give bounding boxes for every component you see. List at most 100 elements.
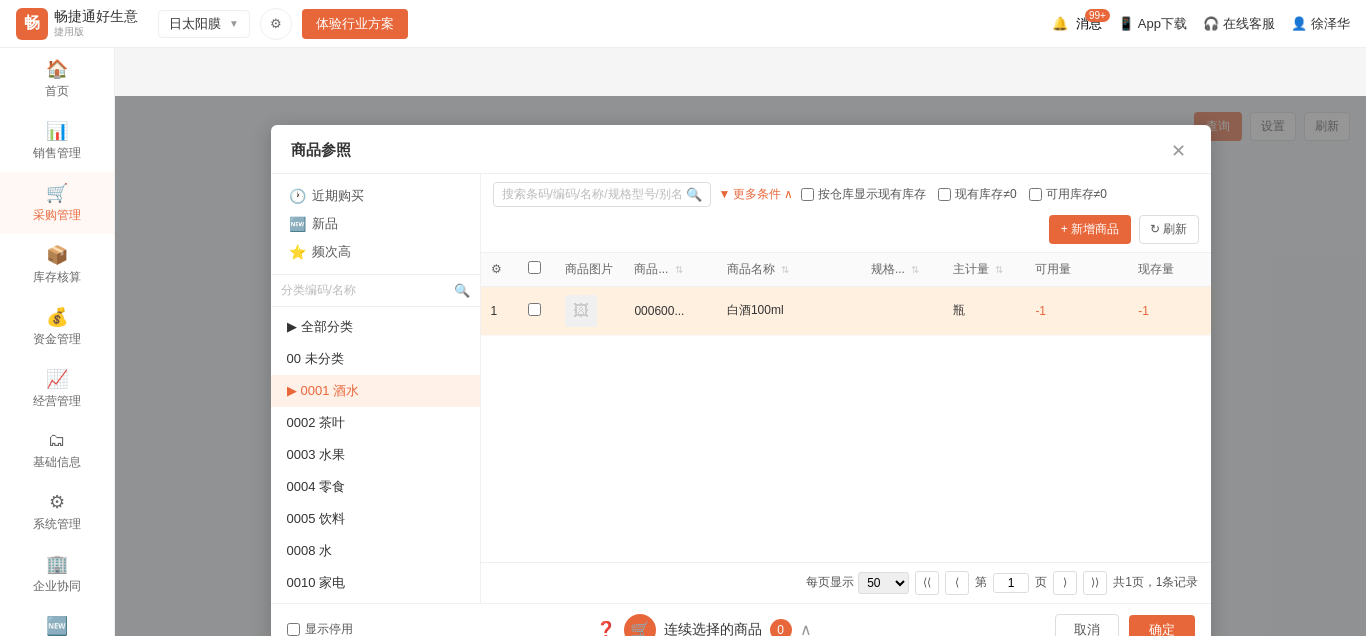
warehouse-checkbox-label[interactable]: 按仓库显示现有库存	[801, 186, 926, 203]
cell-avail: -1	[1025, 286, 1128, 335]
pagination-bar: 每页显示 50 20 100 ⟨⟨ ⟨ 第 页 ⟩	[481, 562, 1211, 603]
cat-item-0005[interactable]: 0005 饮料	[271, 503, 480, 535]
last-page-button[interactable]: ⟩⟩	[1083, 571, 1107, 595]
prev-page-button[interactable]: ⟨	[945, 571, 969, 595]
sidebar-item-basic[interactable]: 🗂 基础信息	[0, 420, 114, 481]
quick-link-recent[interactable]: 🕐 近期购买	[283, 182, 468, 210]
cancel-button[interactable]: 取消	[1055, 614, 1119, 637]
new-icon: 🆕	[289, 216, 306, 232]
cell-img: 🖼	[555, 286, 625, 335]
toolbar-right: + 新增商品 ↻ 刷新	[1049, 215, 1199, 244]
notification-area[interactable]: 🔔 99+ 消息	[1052, 15, 1102, 33]
show-disabled-checkbox[interactable]	[287, 623, 300, 636]
dropdown-arrow-icon: ▼	[229, 18, 239, 29]
add-product-button[interactable]: + 新增商品	[1049, 215, 1131, 244]
cell-spec	[861, 286, 943, 335]
cell-check[interactable]	[518, 286, 555, 335]
refresh-button[interactable]: ↻ 刷新	[1139, 215, 1198, 244]
app-download-link[interactable]: 📱 App下载	[1118, 15, 1187, 33]
cat-item-0004[interactable]: 0004 零食	[271, 471, 480, 503]
search-box: 🔍	[493, 182, 711, 207]
quick-link-new[interactable]: 🆕 新品	[283, 210, 468, 238]
modal-footer: 显示停用 ❓ 🛒 连续选择的商品 0 ∧ 取消 确定	[271, 603, 1211, 637]
available-nonzero-label[interactable]: 现有库存≠0	[938, 186, 1016, 203]
notification-badge: 99+	[1085, 9, 1110, 22]
total-records-info: 共1页，1条记录	[1113, 574, 1198, 591]
quick-links: 🕐 近期购买 🆕 新品 ⭐ 频次高	[271, 174, 480, 275]
selected-count-label: 连续选择的商品	[664, 621, 762, 637]
user-profile[interactable]: 👤 徐泽华	[1291, 15, 1350, 33]
cat-item-0001[interactable]: ▶ 0001 酒水	[271, 375, 480, 407]
per-page-dropdown[interactable]: 50 20 100	[858, 572, 909, 594]
sidebar: 🏠 首页 📊 销售管理 🛒 采购管理 📦 库存核算 💰 资金管理 📈 经营管理 …	[0, 48, 115, 636]
sidebar-item-finance[interactable]: 💰 资金管理	[0, 296, 114, 358]
quick-link-frequent[interactable]: ⭐ 频次高	[283, 238, 468, 266]
usable-nonzero-checkbox[interactable]	[1029, 188, 1042, 201]
logo-area: 畅 畅捷通好生意 捷用版	[16, 8, 138, 40]
cat-item-0010[interactable]: 0010 家电	[271, 567, 480, 599]
search-icon[interactable]: 🔍	[686, 187, 702, 202]
sidebar-item-home[interactable]: 🏠 首页	[0, 48, 114, 110]
first-page-button[interactable]: ⟨⟨	[915, 571, 939, 595]
sidebar-item-purchase[interactable]: 🛒 采购管理	[0, 172, 114, 234]
arrow-icon: ▶	[287, 319, 297, 334]
sidebar-item-business[interactable]: 📈 经营管理	[0, 358, 114, 420]
phone-icon: 📱	[1118, 16, 1134, 31]
product-search-input[interactable]	[502, 187, 682, 201]
warehouse-checkbox[interactable]	[801, 188, 814, 201]
available-nonzero-checkbox[interactable]	[938, 188, 951, 201]
sort-arrows-name: ⇅	[781, 264, 789, 275]
select-all-checkbox[interactable]	[528, 261, 541, 274]
table-row[interactable]: 1 🖼 000600... 白酒100ml	[481, 286, 1211, 335]
col-header-check	[518, 253, 555, 287]
filter-button[interactable]: ▼ 更多条件 ∧	[719, 186, 794, 203]
selected-count-badge: 0	[770, 619, 792, 637]
sidebar-item-guide[interactable]: 🆕 新手引导	[0, 605, 114, 636]
store-selector[interactable]: 日太阳膜 ▼	[158, 10, 250, 38]
col-header-name[interactable]: 商品名称 ⇅	[717, 253, 861, 287]
modal-close-button[interactable]: ✕	[1167, 139, 1191, 163]
star-icon: ⭐	[289, 244, 306, 260]
page-number-input[interactable]	[993, 573, 1029, 593]
col-header-spec[interactable]: 规格... ⇅	[861, 253, 943, 287]
sidebar-item-inventory[interactable]: 📦 库存核算	[0, 234, 114, 296]
filter-checkboxes: 按仓库显示现有库存 现有库存≠0 可用库存≠0	[801, 186, 1107, 203]
sidebar-item-enterprise[interactable]: 🏢 企业协同	[0, 543, 114, 605]
expand-button[interactable]: ∧	[800, 620, 812, 636]
sidebar-item-system[interactable]: ⚙ 系统管理	[0, 481, 114, 543]
col-header-stock[interactable]: 现存量	[1128, 253, 1210, 287]
online-service-link[interactable]: 🎧 在线客服	[1203, 15, 1275, 33]
category-search-icon[interactable]: 🔍	[454, 283, 470, 298]
next-page-button[interactable]: ⟩	[1053, 571, 1077, 595]
sort-arrows-spec: ⇅	[911, 264, 919, 275]
settings-icon[interactable]: ⚙	[491, 262, 502, 276]
cell-code: 000600...	[624, 286, 717, 335]
confirm-button[interactable]: 确定	[1129, 615, 1195, 637]
recent-icon: 🕐	[289, 188, 306, 204]
purchase-icon: 🛒	[46, 182, 68, 204]
col-header-unit[interactable]: 主计量 ⇅	[943, 253, 1025, 287]
cat-item-0002[interactable]: 0002 茶叶	[271, 407, 480, 439]
help-icon[interactable]: ❓	[596, 620, 616, 636]
col-header-code[interactable]: 商品... ⇅	[624, 253, 717, 287]
sidebar-item-sales[interactable]: 📊 销售管理	[0, 110, 114, 172]
finance-icon: 💰	[46, 306, 68, 328]
row-checkbox[interactable]	[528, 303, 541, 316]
usable-nonzero-label[interactable]: 可用库存≠0	[1029, 186, 1107, 203]
business-icon: 📈	[46, 368, 68, 390]
show-disabled-label[interactable]: 显示停用	[287, 621, 353, 636]
selected-products-area: ❓ 🛒 连续选择的商品 0 ∧	[596, 614, 812, 637]
active-arrow-icon: ▶	[287, 383, 297, 398]
cat-item-0008[interactable]: 0008 水	[271, 535, 480, 567]
cat-item-0003[interactable]: 0003 水果	[271, 439, 480, 471]
modal-title: 商品参照	[291, 141, 351, 160]
category-search-input[interactable]	[281, 283, 450, 297]
modal-body: 🕐 近期购买 🆕 新品 ⭐ 频次高	[271, 174, 1211, 603]
per-page-selector: 每页显示 50 20 100	[806, 572, 909, 594]
cat-item-all[interactable]: ▶ 全部分类	[271, 311, 480, 343]
trial-button[interactable]: 体验行业方案	[302, 9, 408, 39]
settings-button[interactable]: ⚙	[260, 8, 292, 40]
topbar: 畅 畅捷通好生意 捷用版 日太阳膜 ▼ ⚙ 体验行业方案 🔔 99+ 消息 📱 …	[0, 0, 1366, 48]
cat-item-00[interactable]: 00 未分类	[271, 343, 480, 375]
col-header-avail[interactable]: 可用量	[1025, 253, 1128, 287]
